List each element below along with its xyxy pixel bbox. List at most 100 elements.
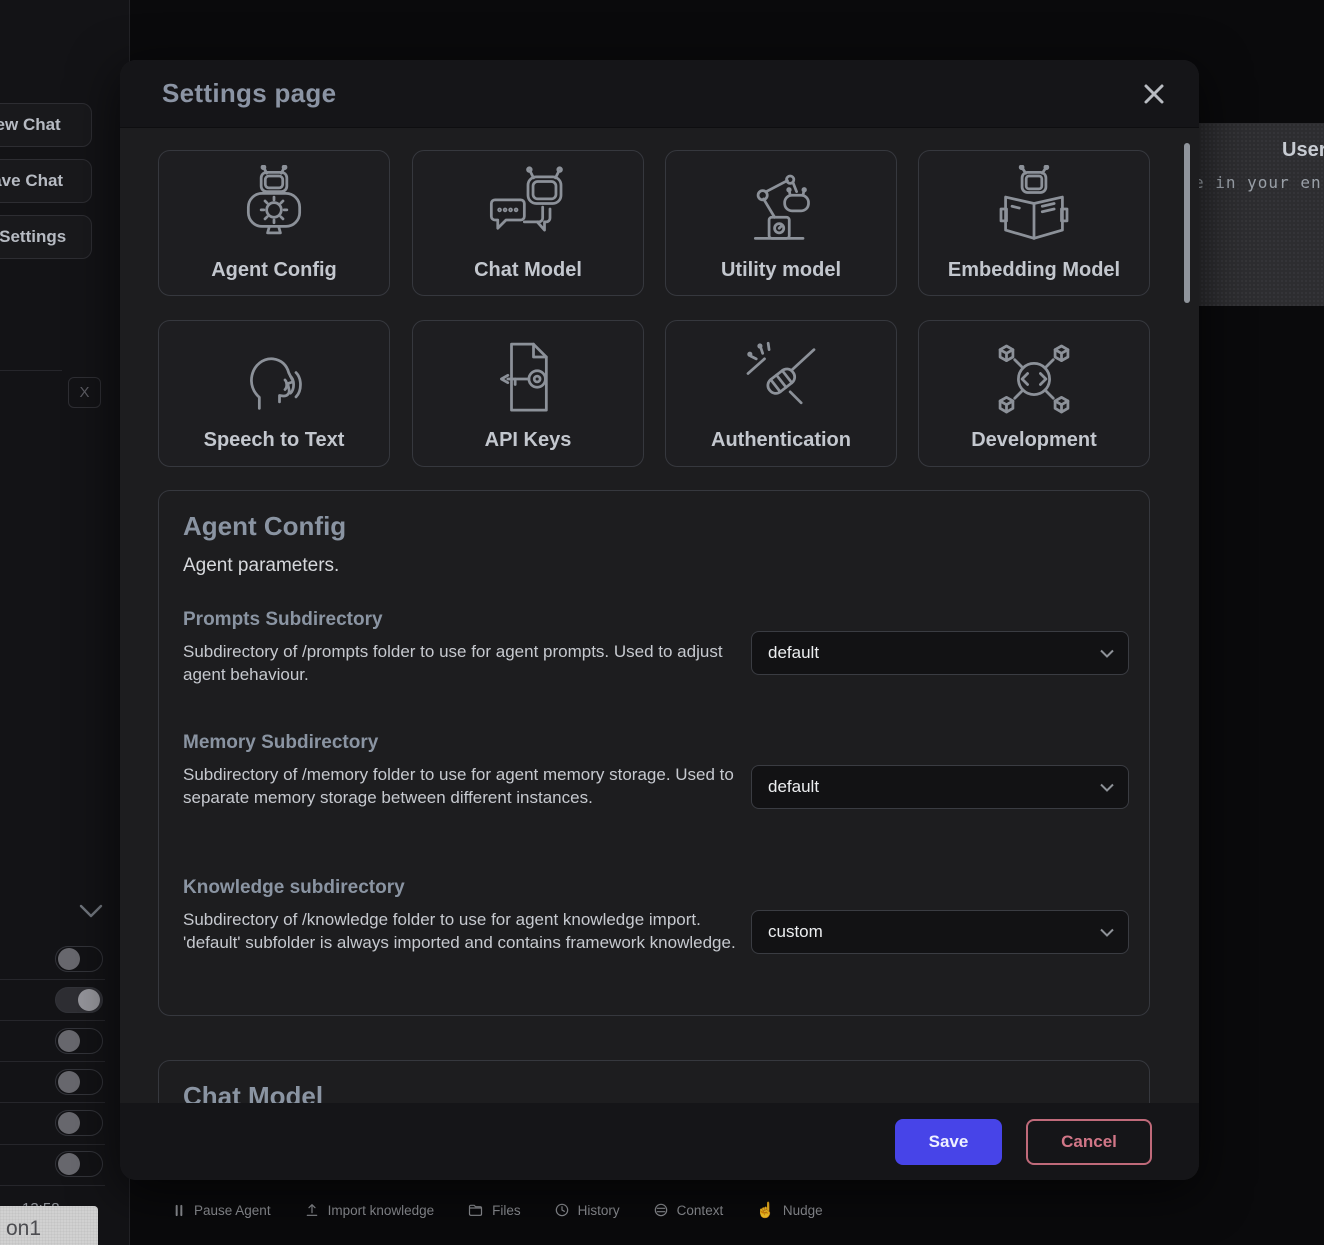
- chevron-down-icon: [1100, 928, 1114, 937]
- pause-agent-button[interactable]: Pause Agent: [172, 1203, 271, 1218]
- nav-card-agent-config[interactable]: Agent Config: [158, 150, 390, 296]
- new-chat-label: New Chat: [0, 115, 61, 134]
- modal-title: Settings page: [162, 78, 337, 108]
- files-button[interactable]: Files: [467, 1202, 521, 1218]
- nav-card-utility-model[interactable]: Utility model: [665, 150, 897, 296]
- hand-point-icon: ☝: [756, 1202, 775, 1219]
- toggle-switch[interactable]: [55, 1069, 103, 1095]
- toggle-knob: [58, 1112, 80, 1134]
- close-panel-button[interactable]: X: [68, 377, 101, 408]
- nav-card-authentication[interactable]: Authentication: [665, 320, 897, 467]
- nav-card-label: Authentication: [711, 429, 851, 451]
- context-icon: [654, 1203, 667, 1217]
- clock-icon: [555, 1203, 568, 1217]
- nav-card-embedding-model[interactable]: Embedding Model: [918, 150, 1150, 296]
- bottom-toolbar: Pause Agent Import knowledge Files Histo…: [130, 1192, 1324, 1228]
- modal-body: Agent Config Chat Model Utility model Em…: [120, 128, 1199, 1103]
- select-value: default: [768, 643, 820, 662]
- toolbar-label: Import knowledge: [327, 1202, 435, 1218]
- field-label: Knowledge subdirectory: [183, 877, 405, 898]
- history-button[interactable]: History: [554, 1202, 620, 1218]
- import-knowledge-button[interactable]: Import knowledge: [304, 1202, 435, 1218]
- nav-card-api-keys[interactable]: API Keys: [412, 320, 644, 467]
- scrollbar-thumb[interactable]: [1184, 143, 1190, 303]
- message-author: User: [1282, 139, 1324, 161]
- face-speaking-icon: [250, 357, 302, 410]
- cancel-button[interactable]: Cancel: [1026, 1118, 1152, 1165]
- nav-card-development[interactable]: Development: [918, 320, 1150, 467]
- modal-header: Settings page: [120, 60, 1199, 128]
- knowledge-subdirectory-select[interactable]: custom: [751, 910, 1129, 954]
- upload-icon: [306, 1204, 317, 1216]
- tooltip: on1: [0, 1206, 98, 1245]
- robot-arm-icon: [753, 174, 810, 240]
- section-subtitle: Agent parameters.: [183, 555, 340, 576]
- chevron-down-icon: [1100, 783, 1114, 792]
- prompts-subdirectory-select[interactable]: default: [751, 631, 1129, 675]
- robot-gear-icon: [246, 165, 302, 235]
- select-value: default: [768, 777, 820, 796]
- divider: [0, 979, 105, 980]
- divider: [0, 1102, 105, 1103]
- field-label: Memory Subdirectory: [183, 732, 379, 753]
- memory-subdirectory-select[interactable]: default: [751, 765, 1129, 809]
- code-hub-icon: [998, 344, 1070, 414]
- section-title: Agent Config: [183, 511, 347, 541]
- chevron-down-icon[interactable]: [79, 904, 103, 919]
- robot-book-icon: [999, 165, 1069, 240]
- nav-card-label: Development: [971, 429, 1097, 451]
- pause-icon: [175, 1204, 183, 1216]
- folder-icon: [469, 1204, 483, 1216]
- new-chat-button[interactable]: New Chat: [0, 103, 92, 147]
- toolbar-label: History: [577, 1202, 620, 1218]
- divider: [0, 370, 62, 371]
- context-button[interactable]: Context: [653, 1202, 724, 1218]
- settings-button[interactable]: ⚙ Settings: [0, 215, 92, 259]
- divider: [0, 1144, 105, 1145]
- section-chat-model: Chat Model: [158, 1060, 1150, 1103]
- toggle-switch[interactable]: [55, 987, 103, 1013]
- field-description: Subdirectory of /prompts folder to use f…: [183, 642, 723, 684]
- toggle-switch[interactable]: [55, 1110, 103, 1136]
- document-key-icon: [500, 342, 548, 412]
- divider: [0, 1020, 105, 1021]
- field-description: Subdirectory of /knowledge folder to use…: [183, 910, 736, 952]
- nav-card-label: Agent Config: [211, 259, 337, 281]
- toggle-knob: [58, 1153, 80, 1175]
- message-text: e in your en: [1194, 173, 1322, 192]
- nav-card-label: Utility model: [720, 259, 841, 281]
- toggle-knob: [58, 1071, 80, 1093]
- sidebar: New Chat Save Chat ⚙ Settings X 13:58: [0, 0, 130, 1245]
- toolbar-label: Files: [492, 1202, 521, 1218]
- nav-card-label: API Keys: [484, 429, 572, 451]
- toolbar-label: Nudge: [782, 1202, 823, 1218]
- settings-modal: Settings page Agent Config Chat Model Ut…: [120, 60, 1199, 1180]
- settings-label: Settings: [0, 227, 67, 246]
- select-value: custom: [768, 922, 823, 941]
- field-label: Prompts Subdirectory: [183, 609, 383, 630]
- save-chat-button[interactable]: Save Chat: [0, 159, 92, 203]
- nudge-button[interactable]: ☝ Nudge: [756, 1201, 822, 1219]
- nav-card-speech-to-text[interactable]: Speech to Text: [158, 320, 390, 467]
- robot-chat-icon: [489, 166, 563, 232]
- toggle-knob: [58, 1030, 80, 1052]
- toggle-switch[interactable]: [55, 1151, 103, 1177]
- divider: [0, 1061, 105, 1062]
- chevron-down-icon: [1100, 649, 1114, 658]
- handshake-icon: [746, 341, 816, 405]
- toggle-switch[interactable]: [55, 1028, 103, 1054]
- close-icon[interactable]: [1139, 79, 1169, 109]
- save-button[interactable]: Save: [895, 1118, 1002, 1165]
- toggle-switch[interactable]: [55, 946, 103, 972]
- save-chat-label: Save Chat: [0, 171, 64, 190]
- toggle-knob: [78, 989, 100, 1011]
- app-screen: New Chat Save Chat ⚙ Settings X 13:58 Us…: [0, 0, 1324, 1245]
- section-title: Chat Model: [183, 1081, 324, 1103]
- nav-card-label: Speech to Text: [203, 429, 345, 451]
- toolbar-label: Pause Agent: [194, 1202, 271, 1218]
- toolbar-label: Context: [676, 1202, 724, 1218]
- nav-card-chat-model[interactable]: Chat Model: [412, 150, 644, 296]
- modal-footer: Save Cancel: [120, 1103, 1199, 1180]
- nav-card-label: Chat Model: [474, 259, 582, 281]
- toggle-knob: [58, 948, 80, 970]
